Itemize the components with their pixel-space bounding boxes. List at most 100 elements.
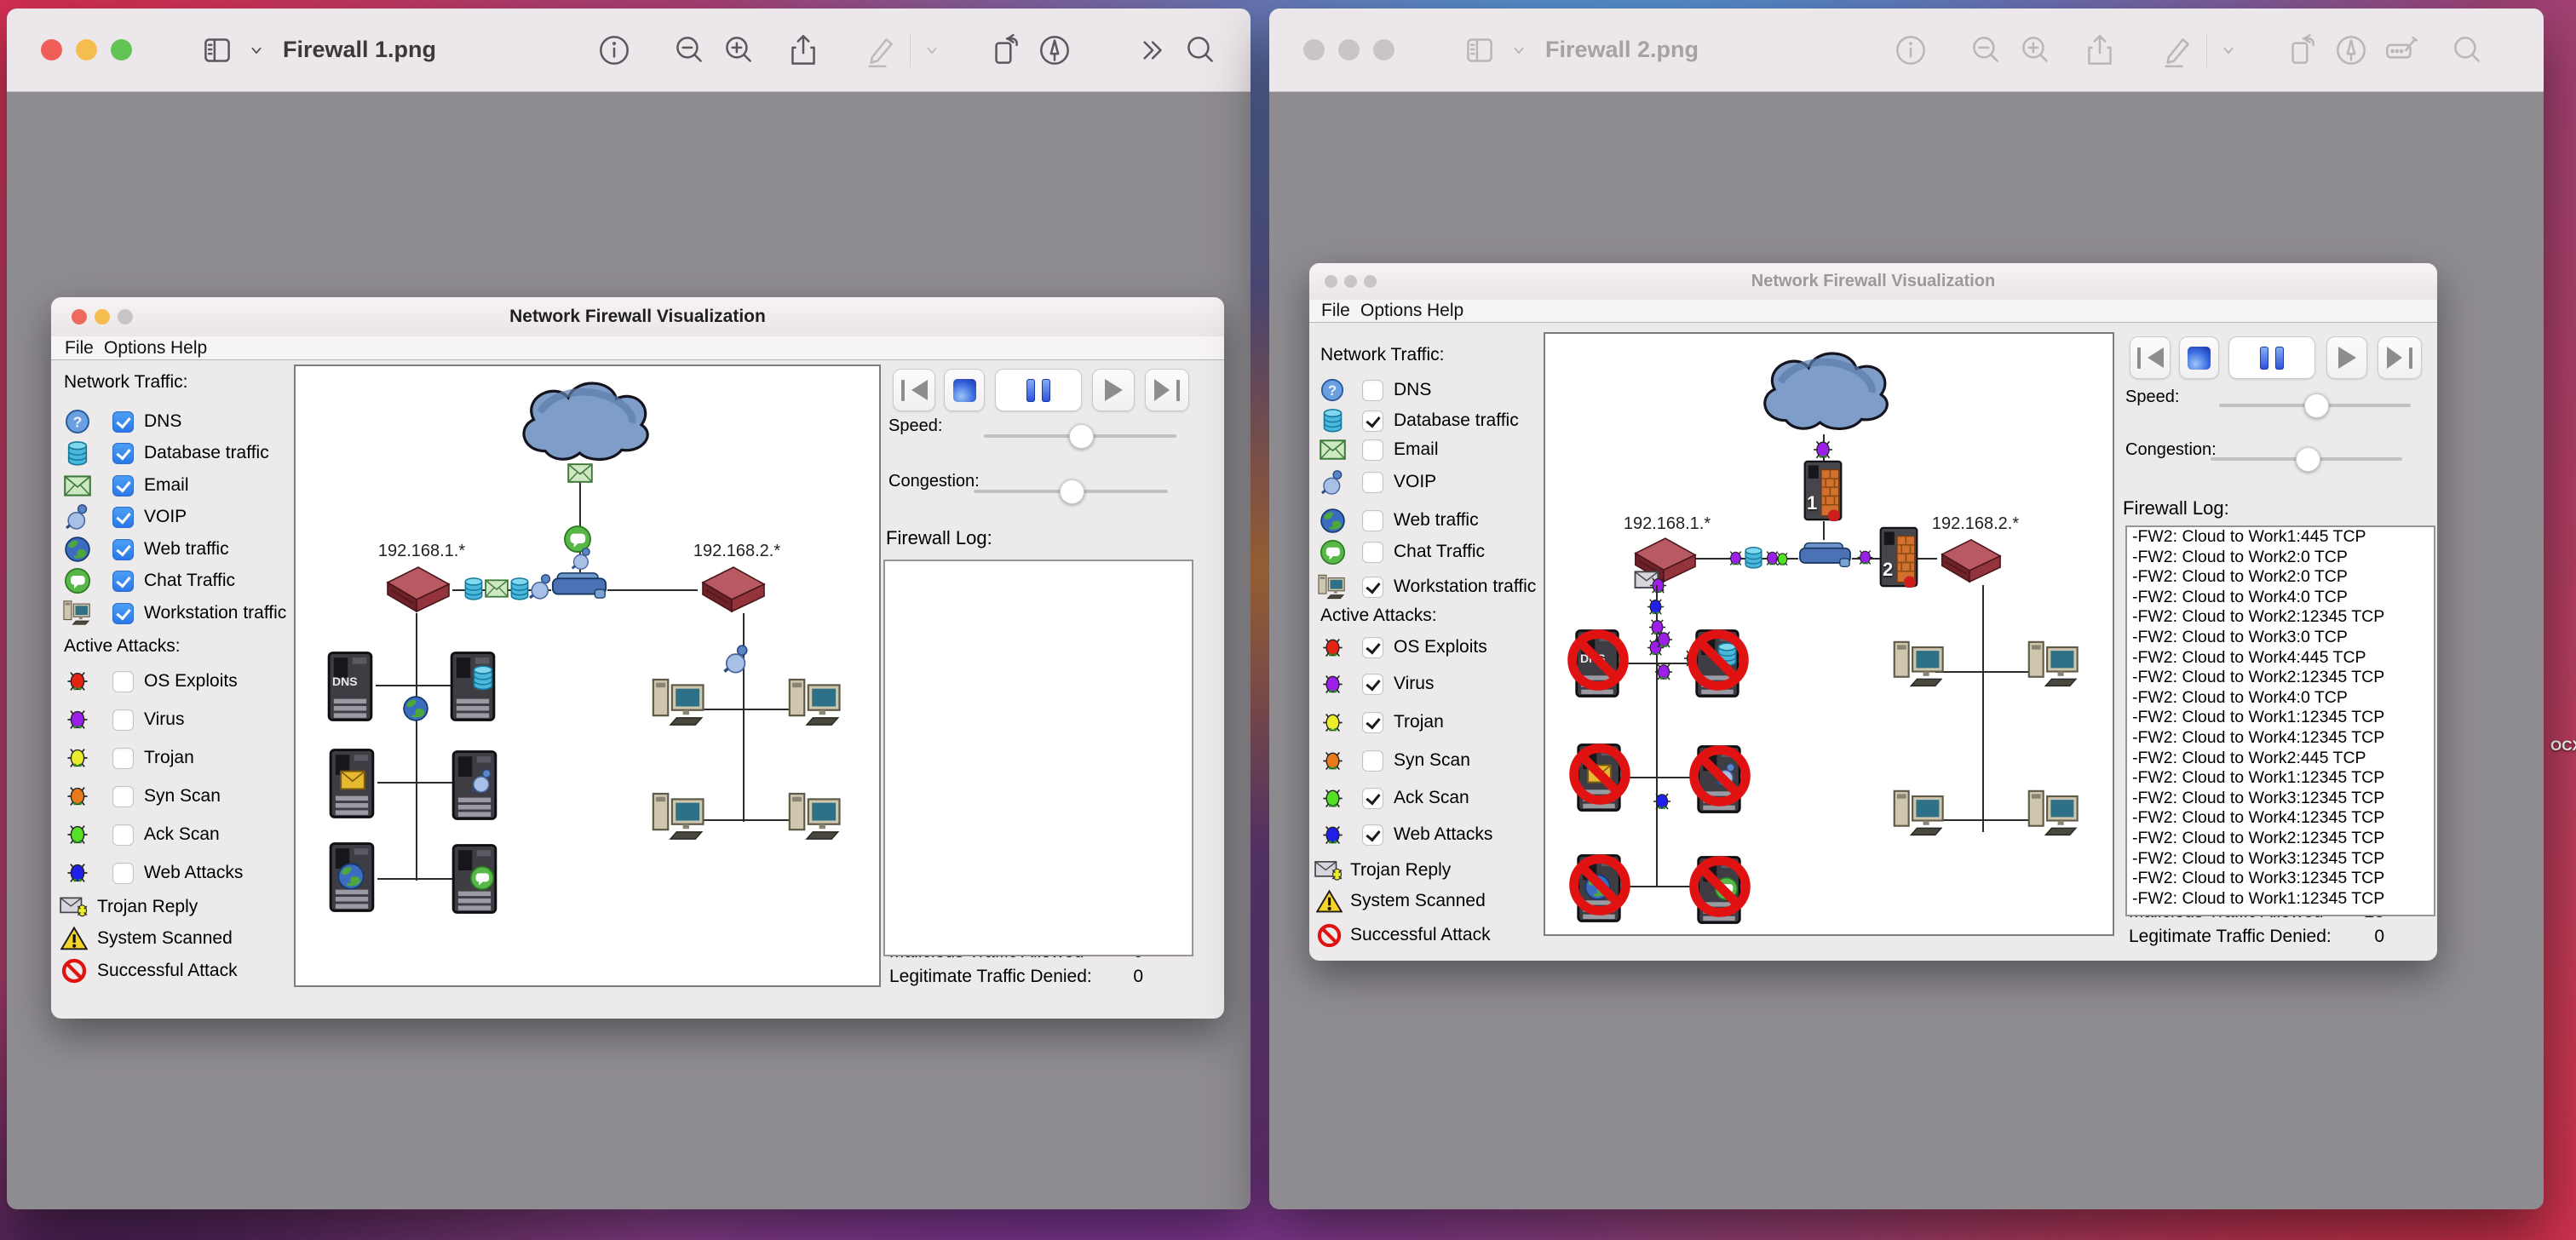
virus-checkbox[interactable] [112, 709, 134, 731]
firewall-app-window-1: Network Firewall Visualization File Opti… [51, 297, 1224, 1019]
stop-button[interactable] [944, 369, 985, 411]
voip-checkbox[interactable] [1362, 471, 1383, 493]
dns-checkbox[interactable] [1362, 379, 1383, 401]
zoom-button[interactable] [1373, 39, 1394, 60]
markup-pencil-button[interactable] [854, 31, 903, 70]
minimize-button[interactable] [1338, 39, 1360, 60]
speed-slider-thumb[interactable] [1069, 424, 1094, 449]
ack-scan-checkbox[interactable] [112, 824, 134, 846]
voip-checkbox[interactable] [112, 506, 134, 528]
menu-file[interactable]: File [1321, 301, 1350, 321]
os-exploits-checkbox[interactable] [112, 670, 134, 692]
speed-slider-thumb[interactable] [2303, 393, 2329, 418]
minimize-button[interactable] [76, 39, 97, 60]
chat-checkbox[interactable] [112, 570, 134, 592]
stop-button[interactable] [2179, 336, 2219, 379]
workstation-checkbox[interactable] [112, 602, 134, 624]
email-checkbox[interactable] [1362, 439, 1383, 461]
workstation-1 [1893, 640, 1947, 693]
virus-checkbox[interactable] [1362, 673, 1383, 695]
email-checkbox[interactable] [112, 474, 134, 497]
menu-help[interactable]: Help [1427, 301, 1463, 321]
trojan-checkbox[interactable] [1362, 711, 1383, 733]
skip-to-end-button[interactable] [2378, 336, 2422, 379]
rotate-button[interactable] [980, 31, 1030, 70]
menu-options[interactable]: Options [1360, 301, 1422, 321]
web-attacks-checkbox[interactable] [1362, 824, 1383, 846]
menu-options[interactable]: Options [104, 338, 165, 359]
web-attacks-checkbox[interactable] [112, 862, 134, 884]
os-exploits-checkbox[interactable] [1362, 636, 1383, 658]
speed-slider[interactable] [984, 424, 1176, 449]
legend-trojan-reply: Trojan Reply [60, 893, 198, 921]
zoom-out-button[interactable] [664, 31, 714, 70]
network-diagram-2: 1 192.168.1.* 192.168.2.* 2 [1544, 332, 2114, 936]
play-button[interactable] [1092, 369, 1135, 411]
zoom-out-button[interactable] [1961, 31, 2010, 70]
search-button[interactable] [1176, 31, 1225, 70]
close-button[interactable] [1303, 39, 1325, 60]
zoom-in-button[interactable] [714, 31, 763, 70]
database-checkbox[interactable] [1362, 410, 1383, 432]
info-button[interactable] [1886, 31, 1935, 70]
congestion-slider[interactable] [2211, 447, 2402, 472]
annotate-button[interactable] [2326, 31, 2376, 70]
firewall-log-box[interactable]: -FW2: Cloud to Work1:445 TCP -FW2: Cloud … [2125, 525, 2435, 916]
virus-bug-icon [63, 707, 92, 732]
chat-checkbox[interactable] [1362, 541, 1383, 563]
sidebar-toggle-button[interactable] [1455, 31, 1504, 70]
database-server [449, 651, 497, 726]
markup-pencil-button[interactable] [2150, 31, 2199, 70]
play-button[interactable] [2326, 336, 2367, 379]
zoom-in-button[interactable] [2010, 31, 2060, 70]
info-button[interactable] [589, 31, 639, 70]
sidebar-chevron-icon[interactable] [1504, 31, 1533, 70]
sidebar-toggle-button[interactable] [193, 31, 242, 70]
menu-help[interactable]: Help [170, 338, 207, 359]
workstation-checkbox[interactable] [1362, 576, 1383, 598]
menu-file[interactable]: File [65, 338, 94, 359]
app-window-title: Network Firewall Visualization [1751, 272, 1996, 290]
titlebar[interactable]: Firewall 2.png [1269, 9, 2544, 92]
rotate-button[interactable] [2277, 31, 2326, 70]
congestion-slider-thumb[interactable] [2295, 447, 2320, 472]
search-button[interactable] [2442, 31, 2492, 70]
congestion-slider-thumb[interactable] [1060, 479, 1084, 504]
ack-scan-checkbox[interactable] [1362, 787, 1383, 809]
attack-row-os-exploits: OS Exploits [1318, 634, 1487, 661]
voip-server [451, 749, 498, 825]
web-checkbox[interactable] [112, 538, 134, 560]
pause-button[interactable] [995, 369, 1082, 411]
syn-scan-checkbox[interactable] [112, 785, 134, 807]
sidebar-chevron-icon[interactable] [242, 31, 271, 70]
web-checkbox[interactable] [1362, 509, 1383, 531]
successful-attack-icon [1688, 743, 1752, 812]
annotate-button[interactable] [1030, 31, 1079, 70]
share-button[interactable] [2075, 31, 2125, 70]
web-icon [63, 536, 92, 563]
markup-chevron-icon[interactable] [2214, 31, 2243, 70]
skip-to-start-button[interactable] [893, 369, 935, 411]
ack-scan-bug-icon [1318, 786, 1347, 811]
trojan-bug-icon [63, 745, 92, 771]
close-button[interactable] [41, 39, 62, 60]
voip-server-attacked [1696, 744, 1742, 818]
chat-badge-icon [469, 865, 495, 895]
pause-button[interactable] [2228, 336, 2315, 379]
titlebar[interactable]: Firewall 1.png [7, 9, 1251, 92]
zoom-button[interactable] [111, 39, 132, 60]
markup-toolbar-button[interactable] [2376, 31, 2425, 70]
firewall-log-box[interactable] [883, 560, 1193, 956]
share-button[interactable] [779, 31, 828, 70]
trojan-checkbox[interactable] [112, 747, 134, 769]
more-toolbar-items-button[interactable] [1126, 31, 1176, 70]
speed-slider[interactable] [2219, 393, 2411, 418]
dns-checkbox[interactable] [112, 410, 134, 433]
skip-to-start-button[interactable] [2130, 336, 2171, 379]
database-checkbox[interactable] [112, 442, 134, 464]
congestion-slider[interactable] [974, 479, 1168, 504]
markup-chevron-icon[interactable] [917, 31, 946, 70]
skip-to-end-button[interactable] [1145, 369, 1189, 411]
desktop-file-label[interactable]: OCX [2550, 738, 2576, 755]
syn-scan-checkbox[interactable] [1362, 749, 1383, 772]
